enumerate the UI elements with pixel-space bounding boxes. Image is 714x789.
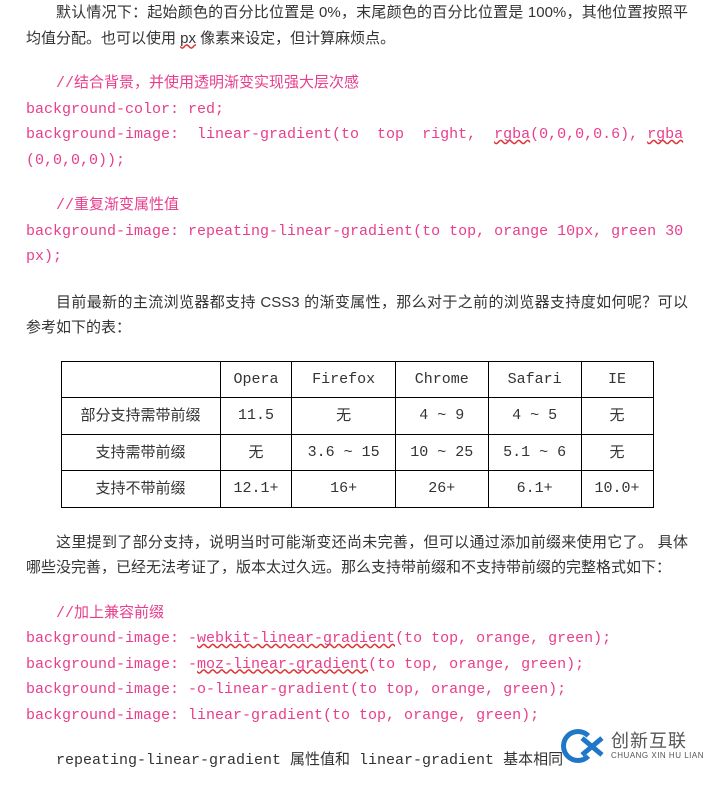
table-cell: 16+ [292, 471, 395, 508]
table-header [61, 361, 220, 398]
table-header: IE [581, 361, 653, 398]
code-comment: //结合背景，并使用透明渐变实现强大层次感 [56, 75, 359, 92]
table-cell: 26+ [395, 471, 488, 508]
table-header: Firefox [292, 361, 395, 398]
table-cell: 10 ~ 25 [395, 434, 488, 471]
rgba-func: rgba [647, 126, 683, 143]
moz-prefix: moz-linear-gradient [197, 656, 368, 673]
paragraph-browser-support: 目前最新的主流浏览器都支持 CSS3 的渐变属性，那么对于之前的浏览器支持度如何… [26, 290, 688, 341]
table-cell: 11.5 [220, 398, 292, 435]
table-cell: 部分支持需带前缀 [61, 398, 220, 435]
logo-en: CHUANG XIN HU LIAN [611, 752, 704, 760]
table-header: Opera [220, 361, 292, 398]
paragraph-intro: 默认情况下：起始颜色的百分比位置是 0%，末尾颜色的百分比位置是 100%，其他… [26, 0, 688, 51]
table-cell: 支持不带前缀 [61, 471, 220, 508]
table-header: Chrome [395, 361, 488, 398]
code-line: (0,0,0,0)); [26, 152, 125, 169]
table-cell: 3.6 ~ 15 [292, 434, 395, 471]
table-row: 支持需带前缀 无 3.6 ~ 15 10 ~ 25 5.1 ~ 6 无 [61, 434, 653, 471]
code-line: background-image: repeating-linear-gradi… [26, 223, 683, 266]
table-header-row: Opera Firefox Chrome Safari IE [61, 361, 653, 398]
code-line: (to top, orange, green); [395, 630, 611, 647]
code-line: background-image: linear-gradient(to top… [26, 707, 539, 724]
table-cell: 12.1+ [220, 471, 292, 508]
table-cell: 5.1 ~ 6 [488, 434, 581, 471]
code-block-gradient-bg: //结合背景，并使用透明渐变实现强大层次感 background-color: … [26, 71, 688, 173]
watermark-logo: 创新互联 CHUANG XIN HU LIAN [561, 726, 704, 766]
code-line: background-image: - [26, 630, 197, 647]
browser-support-table: Opera Firefox Chrome Safari IE 部分支持需带前缀 … [61, 361, 654, 508]
code-line: background-image: linear-gradient(to top… [26, 126, 494, 143]
table-header: Safari [488, 361, 581, 398]
webkit-prefix: webkit-linear-gradient [197, 630, 395, 647]
table-cell: 无 [581, 434, 653, 471]
code-block-prefixes: //加上兼容前缀 background-image: -webkit-linea… [26, 601, 688, 729]
code-block-repeating: //重复渐变属性值 background-image: repeating-li… [26, 193, 688, 270]
paragraph-partial-support: 这里提到了部分支持，说明当时可能渐变还尚未完善，但可以通过添加前缀来使用它了。 … [26, 530, 688, 581]
table-cell: 4 ~ 9 [395, 398, 488, 435]
table-cell: 10.0+ [581, 471, 653, 508]
code-line: background-image: - [26, 656, 197, 673]
table-cell: 无 [581, 398, 653, 435]
table-cell: 6.1+ [488, 471, 581, 508]
code-comment: //加上兼容前缀 [56, 605, 164, 622]
code-line: (to top, orange, green); [368, 656, 584, 673]
logo-cn: 创新互联 [611, 732, 704, 750]
code-comment: //重复渐变属性值 [56, 197, 179, 214]
code-line: background-color: red; [26, 101, 224, 118]
table-row: 部分支持需带前缀 11.5 无 4 ~ 9 4 ~ 5 无 [61, 398, 653, 435]
px-literal: px [180, 30, 196, 47]
table-cell: 无 [292, 398, 395, 435]
table-cell: 无 [220, 434, 292, 471]
rgba-func: rgba [494, 126, 530, 143]
code-line: background-image: -o-linear-gradient(to … [26, 681, 566, 698]
logo-icon [561, 726, 605, 766]
logo-text: 创新互联 CHUANG XIN HU LIAN [611, 732, 704, 760]
text: 像素来设定，但计算麻烦点。 [196, 30, 395, 47]
table-row: 支持不带前缀 12.1+ 16+ 26+ 6.1+ 10.0+ [61, 471, 653, 508]
table-cell: 支持需带前缀 [61, 434, 220, 471]
code-line: (0,0,0,0.6), [530, 126, 647, 143]
table-cell: 4 ~ 5 [488, 398, 581, 435]
